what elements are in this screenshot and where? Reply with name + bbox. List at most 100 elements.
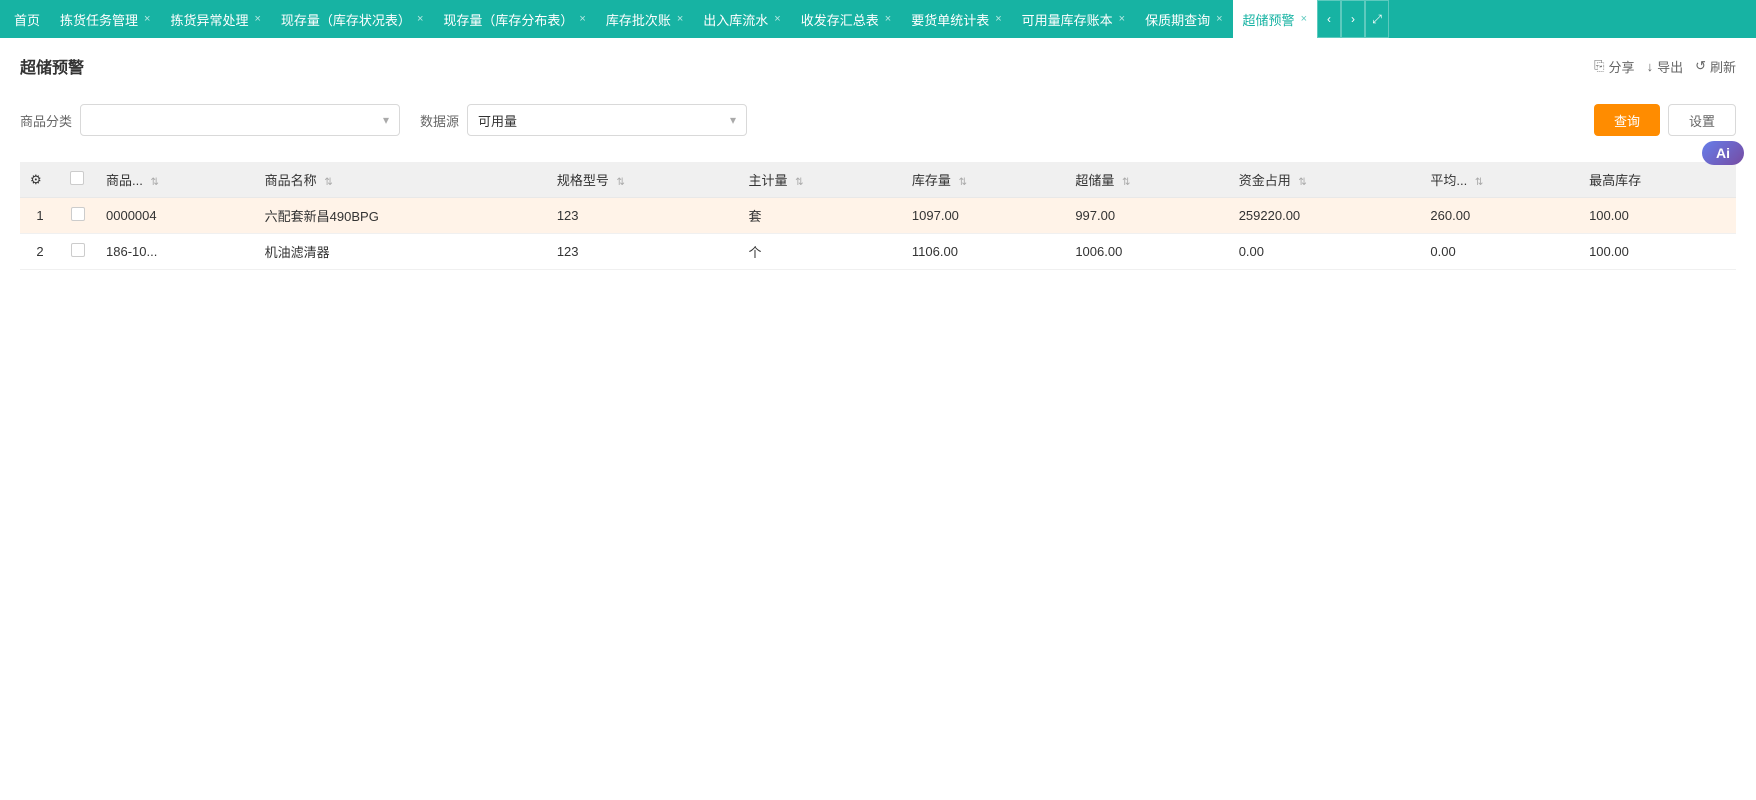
export-button[interactable]: ↓ 导出 (1647, 57, 1684, 76)
page-header: 超储预警 ⎘ 分享 ↓ 导出 ↺ 刷新 (20, 54, 1736, 78)
refresh-button[interactable]: ↺ 刷新 (1695, 57, 1736, 76)
row-checkbox-1[interactable] (60, 234, 96, 270)
nav-arrow-right[interactable]: › (1341, 0, 1365, 38)
share-label: 分享 (1609, 57, 1635, 76)
cell-product-name-1: 机油滤清器 (255, 234, 547, 270)
nav-tab-3-label: 现存量（库存状况表） (281, 10, 411, 29)
table-row: 1 0000004 六配套新昌490BPG 123 套 1097.00 997.… (20, 198, 1736, 234)
datasource-select[interactable]: 可用量 ▾ (467, 104, 747, 136)
col-select-all[interactable] (60, 162, 96, 198)
col-overflow[interactable]: 超储量 ⇅ (1065, 162, 1228, 198)
nav-tab-11[interactable]: 超储预警 × (1233, 0, 1317, 38)
nav-tab-8-close[interactable]: × (995, 13, 1001, 25)
filter-category-label: 商品分类 (20, 111, 72, 130)
nav-tab-home[interactable]: 首页 (4, 0, 50, 38)
table-row: 2 186-10... 机油滤清器 123 个 1106.00 1006.00 … (20, 234, 1736, 270)
share-icon: ⎘ (1594, 58, 1604, 74)
nav-tab-10[interactable]: 保质期查询 × (1135, 0, 1232, 38)
nav-tab-9-label: 可用量库存账本 (1022, 10, 1113, 29)
nav-tab-8[interactable]: 要货单统计表 × (901, 0, 1011, 38)
nav-tab-10-close[interactable]: × (1216, 13, 1222, 25)
nav-tab-6-label: 出入库流水 (703, 10, 768, 29)
col-avg[interactable]: 平均... ⇅ (1420, 162, 1579, 198)
nav-tab-home-label: 首页 (14, 10, 40, 29)
select-all-checkbox[interactable] (70, 171, 84, 185)
nav-tab-4[interactable]: 现存量（库存分布表） × (433, 0, 595, 38)
nav-tab-3-close[interactable]: × (417, 13, 423, 25)
share-button[interactable]: ⎘ 分享 (1594, 57, 1634, 76)
nav-tab-11-close[interactable]: × (1301, 13, 1307, 25)
sort-icon-avg: ⇅ (1475, 177, 1483, 188)
nav-tab-7[interactable]: 收发存汇总表 × (791, 0, 901, 38)
chevron-down-icon: ▾ (383, 113, 389, 127)
query-button[interactable]: 查询 (1594, 104, 1660, 136)
nav-tab-9-close[interactable]: × (1119, 13, 1125, 25)
col-spec[interactable]: 规格型号 ⇅ (547, 162, 739, 198)
cell-capital-0: 259220.00 (1229, 198, 1421, 234)
col-product-name[interactable]: 商品名称 ⇅ (255, 162, 547, 198)
col-product-code[interactable]: 商品... ⇅ (96, 162, 255, 198)
ai-badge[interactable]: Ai (1702, 141, 1744, 165)
export-label: 导出 (1657, 57, 1683, 76)
cell-unit-1: 个 (739, 234, 902, 270)
nav-tab-9[interactable]: 可用量库存账本 × (1012, 0, 1135, 38)
nav-tab-11-label: 超储预警 (1243, 10, 1295, 29)
table-header-row: ⚙ 商品... ⇅ 商品名称 ⇅ 规格型号 ⇅ 主计量 (20, 162, 1736, 198)
row-select-1[interactable] (71, 243, 85, 257)
sort-icon-name: ⇅ (324, 177, 332, 188)
cell-overflow-1: 1006.00 (1065, 234, 1228, 270)
nav-arrow-left[interactable]: ‹ (1317, 0, 1341, 38)
nav-tab-4-label: 现存量（库存分布表） (443, 10, 573, 29)
datasource-select-value: 可用量 (478, 111, 517, 130)
nav-tab-4-close[interactable]: × (579, 13, 585, 25)
sort-icon-spec: ⇅ (616, 177, 624, 188)
nav-tab-5[interactable]: 库存批次账 × (596, 0, 693, 38)
refresh-label: 刷新 (1710, 57, 1736, 76)
filter-bar: 商品分类 ▾ 数据源 可用量 ▾ 查询 设置 (20, 94, 1736, 146)
filter-datasource: 数据源 可用量 ▾ (420, 104, 747, 136)
gear-icon: ⚙ (30, 172, 42, 187)
nav-tab-7-label: 收发存汇总表 (801, 10, 879, 29)
export-icon: ↓ (1647, 59, 1654, 74)
nav-tab-1-close[interactable]: × (144, 13, 150, 25)
cell-product-name-0: 六配套新昌490BPG (255, 198, 547, 234)
cell-stock-0: 1097.00 (902, 198, 1065, 234)
nav-tab-10-label: 保质期查询 (1145, 10, 1210, 29)
nav-tab-5-label: 库存批次账 (606, 10, 671, 29)
col-settings[interactable]: ⚙ (20, 162, 60, 198)
col-capital[interactable]: 资金占用 ⇅ (1229, 162, 1421, 198)
header-actions: ⎘ 分享 ↓ 导出 ↺ 刷新 (1594, 57, 1736, 76)
nav-tab-1[interactable]: 拣货任务管理 × (50, 0, 160, 38)
cell-max-stock-0: 100.00 (1579, 198, 1736, 234)
sort-icon-capital: ⇅ (1298, 177, 1306, 188)
nav-tab-8-label: 要货单统计表 (911, 10, 989, 29)
row-checkbox-0[interactable] (60, 198, 96, 234)
filter-actions: 查询 设置 (1594, 104, 1736, 136)
cell-max-stock-1: 100.00 (1579, 234, 1736, 270)
nav-tab-3[interactable]: 现存量（库存状况表） × (271, 0, 433, 38)
nav-tab-5-close[interactable]: × (677, 13, 683, 25)
cell-avg-1: 0.00 (1420, 234, 1579, 270)
nav-tab-6[interactable]: 出入库流水 × (693, 0, 790, 38)
nav-tab-6-close[interactable]: × (774, 13, 780, 25)
row-select-0[interactable] (71, 207, 85, 221)
sort-icon-stock: ⇅ (959, 177, 967, 188)
cell-avg-0: 260.00 (1420, 198, 1579, 234)
col-unit[interactable]: 主计量 ⇅ (739, 162, 902, 198)
cell-capital-1: 0.00 (1229, 234, 1421, 270)
filter-category: 商品分类 ▾ (20, 104, 400, 136)
chevron-down-icon2: ▾ (730, 113, 736, 127)
category-select[interactable]: ▾ (80, 104, 400, 136)
nav-tab-7-close[interactable]: × (885, 13, 891, 25)
cell-spec-1: 123 (547, 234, 739, 270)
settings-button[interactable]: 设置 (1668, 104, 1736, 136)
row-index-0: 1 (20, 198, 60, 234)
sort-icon-code: ⇅ (150, 177, 158, 188)
page-title: 超储预警 (20, 54, 84, 78)
nav-tab-2-close[interactable]: × (254, 13, 260, 25)
nav-arrow-expand[interactable]: ⤢ (1365, 0, 1389, 38)
refresh-icon: ↺ (1695, 58, 1706, 74)
col-max-stock[interactable]: 最高库存 (1579, 162, 1736, 198)
nav-tab-2[interactable]: 拣货异常处理 × (160, 0, 270, 38)
col-stock[interactable]: 库存量 ⇅ (902, 162, 1065, 198)
